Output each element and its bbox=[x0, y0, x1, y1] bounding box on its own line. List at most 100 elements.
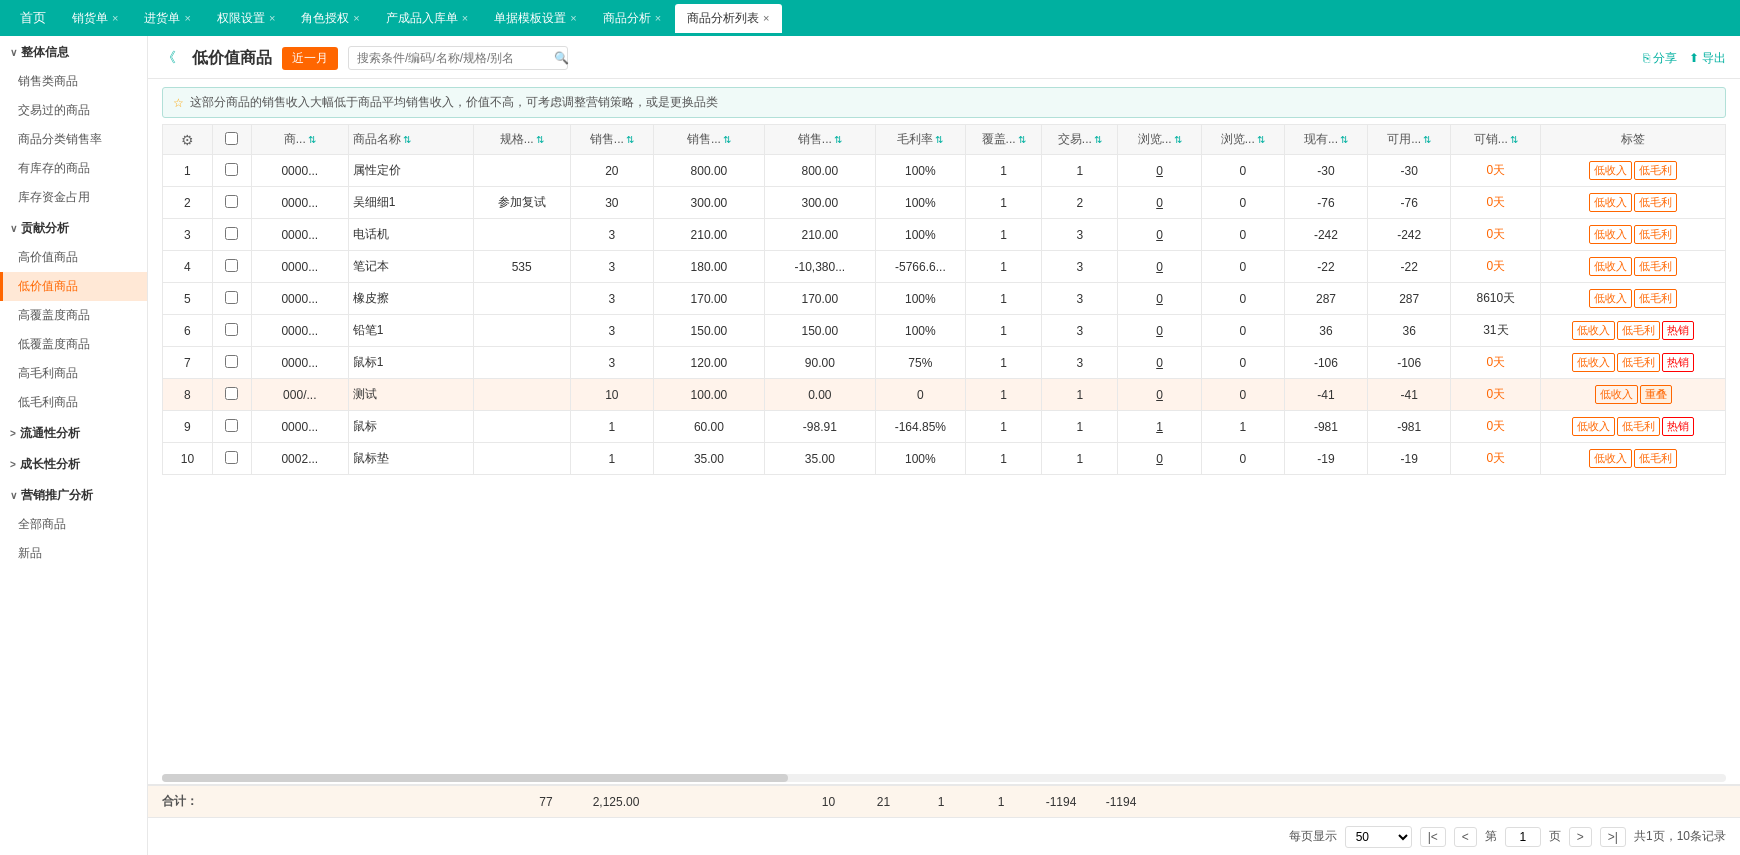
row-gross: 0 bbox=[875, 379, 965, 411]
sidebar-section-growth[interactable]: > 成长性分析 bbox=[0, 448, 147, 479]
sidebar-item-traded-goods[interactable]: 交易过的商品 bbox=[0, 96, 147, 125]
row-checkbox[interactable] bbox=[225, 387, 238, 400]
sidebar-item-sales-goods[interactable]: 销售类商品 bbox=[0, 67, 147, 96]
select-all-checkbox[interactable] bbox=[225, 132, 238, 145]
row-browse1[interactable]: 0 bbox=[1118, 315, 1201, 347]
col-header-check[interactable] bbox=[212, 125, 251, 155]
sidebar-item-stock-funds[interactable]: 库存资金占用 bbox=[0, 183, 147, 212]
close-icon[interactable]: × bbox=[269, 12, 275, 24]
row-checkbox[interactable] bbox=[225, 227, 238, 240]
search-input[interactable] bbox=[348, 46, 568, 70]
col-header-sale-price[interactable]: 销售...⇅ bbox=[653, 125, 764, 155]
page-size-select[interactable]: 50 100 200 bbox=[1345, 826, 1412, 848]
row-browse1[interactable]: 0 bbox=[1118, 219, 1201, 251]
col-header-avail[interactable]: 可用...⇅ bbox=[1368, 125, 1451, 155]
col-header-sellable[interactable]: 可销...⇅ bbox=[1451, 125, 1541, 155]
nav-sales[interactable]: 销货单× bbox=[60, 4, 130, 33]
col-header-code[interactable]: 商...⇅ bbox=[251, 125, 348, 155]
sidebar-item-category-rate[interactable]: 商品分类销售率 bbox=[0, 125, 147, 154]
row-checkbox[interactable] bbox=[225, 451, 238, 464]
sidebar-item-low-profit[interactable]: 低毛利商品 bbox=[0, 388, 147, 417]
share-button[interactable]: ⎘ 分享 bbox=[1643, 50, 1677, 67]
prev-page-button[interactable]: < bbox=[1454, 827, 1477, 847]
row-browse1[interactable]: 0 bbox=[1118, 443, 1201, 475]
row-check[interactable] bbox=[212, 411, 251, 443]
next-page-button[interactable]: > bbox=[1569, 827, 1592, 847]
row-check[interactable] bbox=[212, 155, 251, 187]
col-header-name[interactable]: 商品名称⇅ bbox=[348, 125, 473, 155]
row-check[interactable] bbox=[212, 219, 251, 251]
sidebar-section-marketing[interactable]: ∨ 营销推广分析 bbox=[0, 479, 147, 510]
col-header-stock[interactable]: 现有...⇅ bbox=[1284, 125, 1367, 155]
sidebar-item-new-goods[interactable]: 新品 bbox=[0, 539, 147, 568]
row-checkbox[interactable] bbox=[225, 355, 238, 368]
row-check[interactable] bbox=[212, 347, 251, 379]
close-icon[interactable]: × bbox=[570, 12, 576, 24]
row-check[interactable] bbox=[212, 315, 251, 347]
close-icon[interactable]: × bbox=[655, 12, 661, 24]
page-number-input[interactable] bbox=[1505, 827, 1541, 847]
row-checkbox[interactable] bbox=[225, 195, 238, 208]
row-browse1[interactable]: 1 bbox=[1118, 411, 1201, 443]
row-name: 橡皮擦 bbox=[348, 283, 473, 315]
close-icon[interactable]: × bbox=[462, 12, 468, 24]
sidebar-item-stock-goods[interactable]: 有库存的商品 bbox=[0, 154, 147, 183]
nav-product-in[interactable]: 产成品入库单× bbox=[374, 4, 480, 33]
first-page-button[interactable]: |< bbox=[1420, 827, 1446, 847]
row-browse1[interactable]: 0 bbox=[1118, 379, 1201, 411]
row-browse1[interactable]: 0 bbox=[1118, 347, 1201, 379]
row-stock: 36 bbox=[1284, 315, 1367, 347]
sidebar-item-high-value[interactable]: 高价值商品 bbox=[0, 243, 147, 272]
row-checkbox[interactable] bbox=[225, 163, 238, 176]
row-browse1[interactable]: 0 bbox=[1118, 155, 1201, 187]
last-page-button[interactable]: >| bbox=[1600, 827, 1626, 847]
close-icon[interactable]: × bbox=[353, 12, 359, 24]
horizontal-scrollbar[interactable] bbox=[162, 774, 1726, 782]
export-button[interactable]: ⬆ 导出 bbox=[1689, 50, 1726, 67]
col-header-browse1[interactable]: 浏览...⇅ bbox=[1118, 125, 1201, 155]
close-icon[interactable]: × bbox=[763, 12, 769, 24]
row-avail: -19 bbox=[1368, 443, 1451, 475]
scrollbar-thumb[interactable] bbox=[162, 774, 788, 782]
filter-period-button[interactable]: 近一月 bbox=[282, 47, 338, 70]
nav-product-analysis[interactable]: 商品分析× bbox=[591, 4, 673, 33]
row-check[interactable] bbox=[212, 187, 251, 219]
col-header-sale-qty[interactable]: 销售...⇅ bbox=[570, 125, 653, 155]
col-header-browse2[interactable]: 浏览...⇅ bbox=[1201, 125, 1284, 155]
nav-product-analysis-list[interactable]: 商品分析列表× bbox=[675, 4, 781, 33]
row-browse1[interactable]: 0 bbox=[1118, 283, 1201, 315]
nav-template[interactable]: 单据模板设置× bbox=[482, 4, 588, 33]
search-icon[interactable]: 🔍 bbox=[554, 51, 569, 65]
row-checkbox[interactable] bbox=[225, 291, 238, 304]
row-checkbox[interactable] bbox=[225, 419, 238, 432]
col-header-cover[interactable]: 覆盖...⇅ bbox=[965, 125, 1041, 155]
sidebar-item-all-goods[interactable]: 全部商品 bbox=[0, 510, 147, 539]
row-check[interactable] bbox=[212, 379, 251, 411]
row-browse1[interactable]: 0 bbox=[1118, 187, 1201, 219]
row-check[interactable] bbox=[212, 251, 251, 283]
sidebar-section-flow[interactable]: > 流通性分析 bbox=[0, 417, 147, 448]
col-header-trade[interactable]: 交易...⇅ bbox=[1042, 125, 1118, 155]
sidebar-item-low-value[interactable]: 低价值商品 bbox=[0, 272, 147, 301]
collapse-sidebar-button[interactable]: 《 bbox=[162, 49, 176, 67]
col-header-sale-cost[interactable]: 销售...⇅ bbox=[764, 125, 875, 155]
col-header-gross[interactable]: 毛利率⇅ bbox=[875, 125, 965, 155]
row-checkbox[interactable] bbox=[225, 259, 238, 272]
sidebar-item-low-coverage[interactable]: 低覆盖度商品 bbox=[0, 330, 147, 359]
row-check[interactable] bbox=[212, 443, 251, 475]
close-icon[interactable]: × bbox=[112, 12, 118, 24]
nav-role[interactable]: 角色授权× bbox=[289, 4, 371, 33]
close-icon[interactable]: × bbox=[184, 12, 190, 24]
col-header-gear[interactable]: ⚙ bbox=[163, 125, 213, 155]
sidebar-section-overall[interactable]: ∨ 整体信息 bbox=[0, 36, 147, 67]
row-browse1[interactable]: 0 bbox=[1118, 251, 1201, 283]
row-check[interactable] bbox=[212, 283, 251, 315]
row-checkbox[interactable] bbox=[225, 323, 238, 336]
nav-permission[interactable]: 权限设置× bbox=[205, 4, 287, 33]
nav-purchase[interactable]: 进货单× bbox=[132, 4, 202, 33]
sidebar-section-contribution[interactable]: ∨ 贡献分析 bbox=[0, 212, 147, 243]
sidebar-item-high-profit[interactable]: 高毛利商品 bbox=[0, 359, 147, 388]
sidebar-item-high-coverage[interactable]: 高覆盖度商品 bbox=[0, 301, 147, 330]
col-header-spec[interactable]: 规格...⇅ bbox=[473, 125, 570, 155]
nav-home[interactable]: 首页 bbox=[8, 3, 58, 33]
